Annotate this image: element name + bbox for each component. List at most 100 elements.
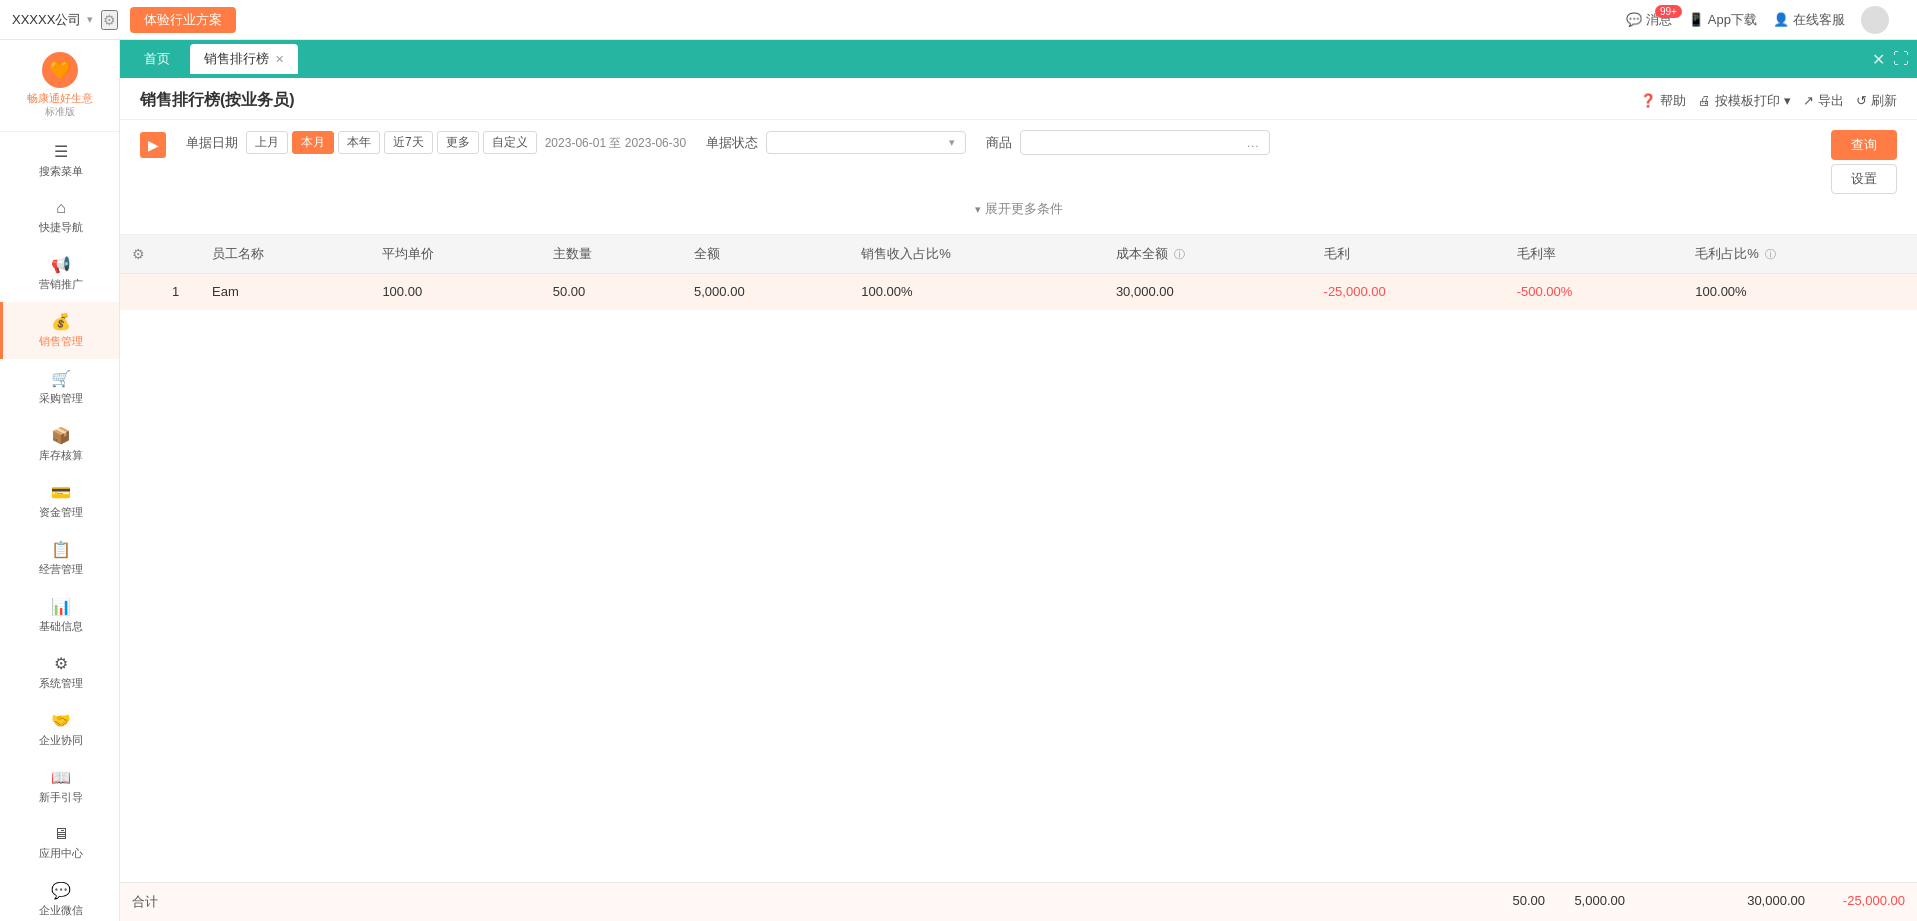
column-settings-icon[interactable]: ⚙: [132, 246, 145, 262]
tab-maximize-icon[interactable]: ⛶: [1893, 50, 1909, 68]
date-btn-custom[interactable]: 自定义: [483, 131, 537, 154]
sidebar-item-finance[interactable]: 💳 资金管理: [0, 473, 119, 530]
settings-icon[interactable]: ⚙: [101, 10, 118, 30]
td-sales-pct: 100.00%: [849, 274, 1104, 310]
sidebar-item-label: 销售管理: [39, 334, 83, 349]
sidebar: 🧡 畅康通好生意 标准版 ☰ 搜索菜单 ⌂ 快捷导航 📢 营销推广 💰 销售管理…: [0, 40, 120, 921]
export-button[interactable]: ↗ 导出: [1803, 92, 1844, 110]
status-select[interactable]: ▾: [766, 131, 966, 154]
goods-input[interactable]: …: [1020, 130, 1270, 155]
cost-info-icon[interactable]: ⓘ: [1174, 248, 1185, 260]
sales-rank-table: ⚙ 员工名称 平均单价 主数量 全额 销售收入占比% 成本全额 ⓘ: [120, 235, 1917, 310]
apps-icon: 🖥: [53, 825, 69, 843]
wechat-icon: 💬: [51, 881, 71, 900]
status-filter-label: 单据状态: [706, 134, 758, 152]
sidebar-item-guide[interactable]: 📖 新手引导: [0, 758, 119, 815]
tab-sales-rank[interactable]: 销售排行榜 ✕: [190, 44, 298, 74]
date-btn-this-month[interactable]: 本月: [292, 131, 334, 154]
expand-more-button[interactable]: ▾ 展开更多条件: [140, 194, 1897, 224]
sidebar-item-collab[interactable]: 🤝 企业协同: [0, 701, 119, 758]
app-icon: 📱: [1688, 12, 1704, 27]
tab-close-window-icon[interactable]: ✕: [1872, 50, 1885, 69]
top-bar: XXXXX公司 ▾ ⚙ 体验行业方案 💬 消息 99+ 📱 App下载 👤 在线…: [0, 0, 1917, 40]
sidebar-item-label: 经营管理: [39, 562, 83, 577]
sidebar-item-label: 搜索菜单: [39, 164, 83, 179]
th-sales-pct: 销售收入占比%: [849, 235, 1104, 274]
purchase-icon: 🛒: [51, 369, 71, 388]
print-button[interactable]: 🖨 按模板打印 ▾: [1698, 92, 1791, 110]
td-empty: [120, 274, 160, 310]
online-service-button[interactable]: 👤 在线客服: [1773, 11, 1845, 29]
sidebar-item-apps[interactable]: 🖥 应用中心: [0, 815, 119, 871]
message-badge: 99+: [1655, 5, 1682, 18]
th-profit-rate: 毛利率: [1505, 235, 1684, 274]
guide-icon: 📖: [51, 768, 71, 787]
company-selector[interactable]: XXXXX公司 ▾: [12, 11, 93, 29]
avatar[interactable]: [1861, 6, 1889, 34]
filter-main-row: ▶ 单据日期 上月 本月 本年 近7天 更多 自定义: [140, 130, 1897, 194]
sidebar-item-operations[interactable]: 📋 经营管理: [0, 530, 119, 587]
help-button[interactable]: ❓ 帮助: [1640, 92, 1686, 110]
footer-profit: -25,000.00: [1805, 893, 1905, 911]
sidebar-item-label: 营销推广: [39, 277, 83, 292]
message-icon: 💬: [1626, 12, 1642, 27]
tab-label: 销售排行榜: [204, 50, 269, 68]
sidebar-item-label: 系统管理: [39, 676, 83, 691]
filter-area: ▶ 单据日期 上月 本月 本年 近7天 更多 自定义: [120, 120, 1917, 235]
th-avg-price: 平均单价: [370, 235, 540, 274]
date-quick-buttons: 上月 本月 本年 近7天 更多 自定义: [246, 131, 537, 154]
footer-quantity: 50.00: [1465, 893, 1545, 911]
sidebar-item-search[interactable]: ☰ 搜索菜单: [0, 132, 119, 189]
date-filter-label: 单据日期: [186, 134, 238, 152]
date-btn-last-month[interactable]: 上月: [246, 131, 288, 154]
print-label: 按模板打印: [1715, 92, 1780, 110]
table-header-row: ⚙ 员工名称 平均单价 主数量 全额 销售收入占比% 成本全额 ⓘ: [120, 235, 1917, 274]
app-label: App下载: [1708, 11, 1757, 29]
sidebar-logo: 🧡 畅康通好生意 标准版: [0, 40, 119, 132]
date-btn-more[interactable]: 更多: [437, 131, 479, 154]
trial-button[interactable]: 体验行业方案: [130, 7, 236, 33]
filter-forward-btn[interactable]: ▶: [140, 132, 166, 158]
date-btn-this-year[interactable]: 本年: [338, 131, 380, 154]
finance-icon: 💳: [51, 483, 71, 502]
date-btn-7days[interactable]: 近7天: [384, 131, 433, 154]
status-filter-group: 单据状态 ▾: [706, 131, 966, 154]
sidebar-item-inventory[interactable]: 📦 库存核算: [0, 416, 119, 473]
date-filter-group: 单据日期 上月 本月 本年 近7天 更多 自定义 2023-06-01 至 20…: [186, 131, 686, 154]
sidebar-item-nav[interactable]: ⌂ 快捷导航: [0, 189, 119, 245]
sidebar-item-wechat[interactable]: 💬 企业微信: [0, 871, 119, 921]
sidebar-item-label: 新手引导: [39, 790, 83, 805]
expand-more-label: 展开更多条件: [985, 200, 1063, 218]
sidebar-item-system[interactable]: ⚙ 系统管理: [0, 644, 119, 701]
sidebar-item-label: 基础信息: [39, 619, 83, 634]
filter-settings-button[interactable]: 设置: [1831, 164, 1897, 194]
sidebar-item-label: 应用中心: [39, 846, 83, 861]
sidebar-item-purchase[interactable]: 🛒 采购管理: [0, 359, 119, 416]
td-amount: 5,000.00: [682, 274, 849, 310]
service-icon: 👤: [1773, 12, 1789, 27]
page-content: 销售排行榜(按业务员) ❓ 帮助 🖨 按模板打印 ▾ ↗ 导出: [120, 78, 1917, 921]
goods-more-icon: …: [1246, 135, 1259, 150]
footer-empty1: [292, 893, 1465, 911]
page-header: 销售排行榜(按业务员) ❓ 帮助 🖨 按模板打印 ▾ ↗ 导出: [120, 78, 1917, 120]
tab-home[interactable]: 首页: [128, 40, 186, 78]
help-icon: ❓: [1640, 93, 1656, 108]
sidebar-item-sales[interactable]: 💰 销售管理: [0, 302, 119, 359]
query-button[interactable]: 查询: [1831, 130, 1897, 160]
th-rank: [160, 235, 200, 274]
goods-filter-label: 商品: [986, 134, 1012, 152]
status-dropdown-icon: ▾: [949, 136, 955, 149]
filter-right-buttons: 查询 设置: [1831, 130, 1897, 194]
sidebar-item-marketing[interactable]: 📢 营销推广: [0, 245, 119, 302]
logo-text: 畅康通好生意: [27, 91, 93, 105]
system-icon: ⚙: [54, 654, 68, 673]
refresh-button[interactable]: ↺ 刷新: [1856, 92, 1897, 110]
profit-pct-info-icon[interactable]: ⓘ: [1765, 248, 1776, 260]
message-button[interactable]: 💬 消息 99+: [1626, 11, 1672, 29]
basic-icon: 📊: [51, 597, 71, 616]
tab-bar-right: ✕ ⛶: [1872, 50, 1909, 69]
app-download-button[interactable]: 📱 App下载: [1688, 11, 1757, 29]
tab-close-icon[interactable]: ✕: [275, 53, 284, 66]
print-icon: 🖨: [1698, 93, 1711, 108]
sidebar-item-basic[interactable]: 📊 基础信息: [0, 587, 119, 644]
